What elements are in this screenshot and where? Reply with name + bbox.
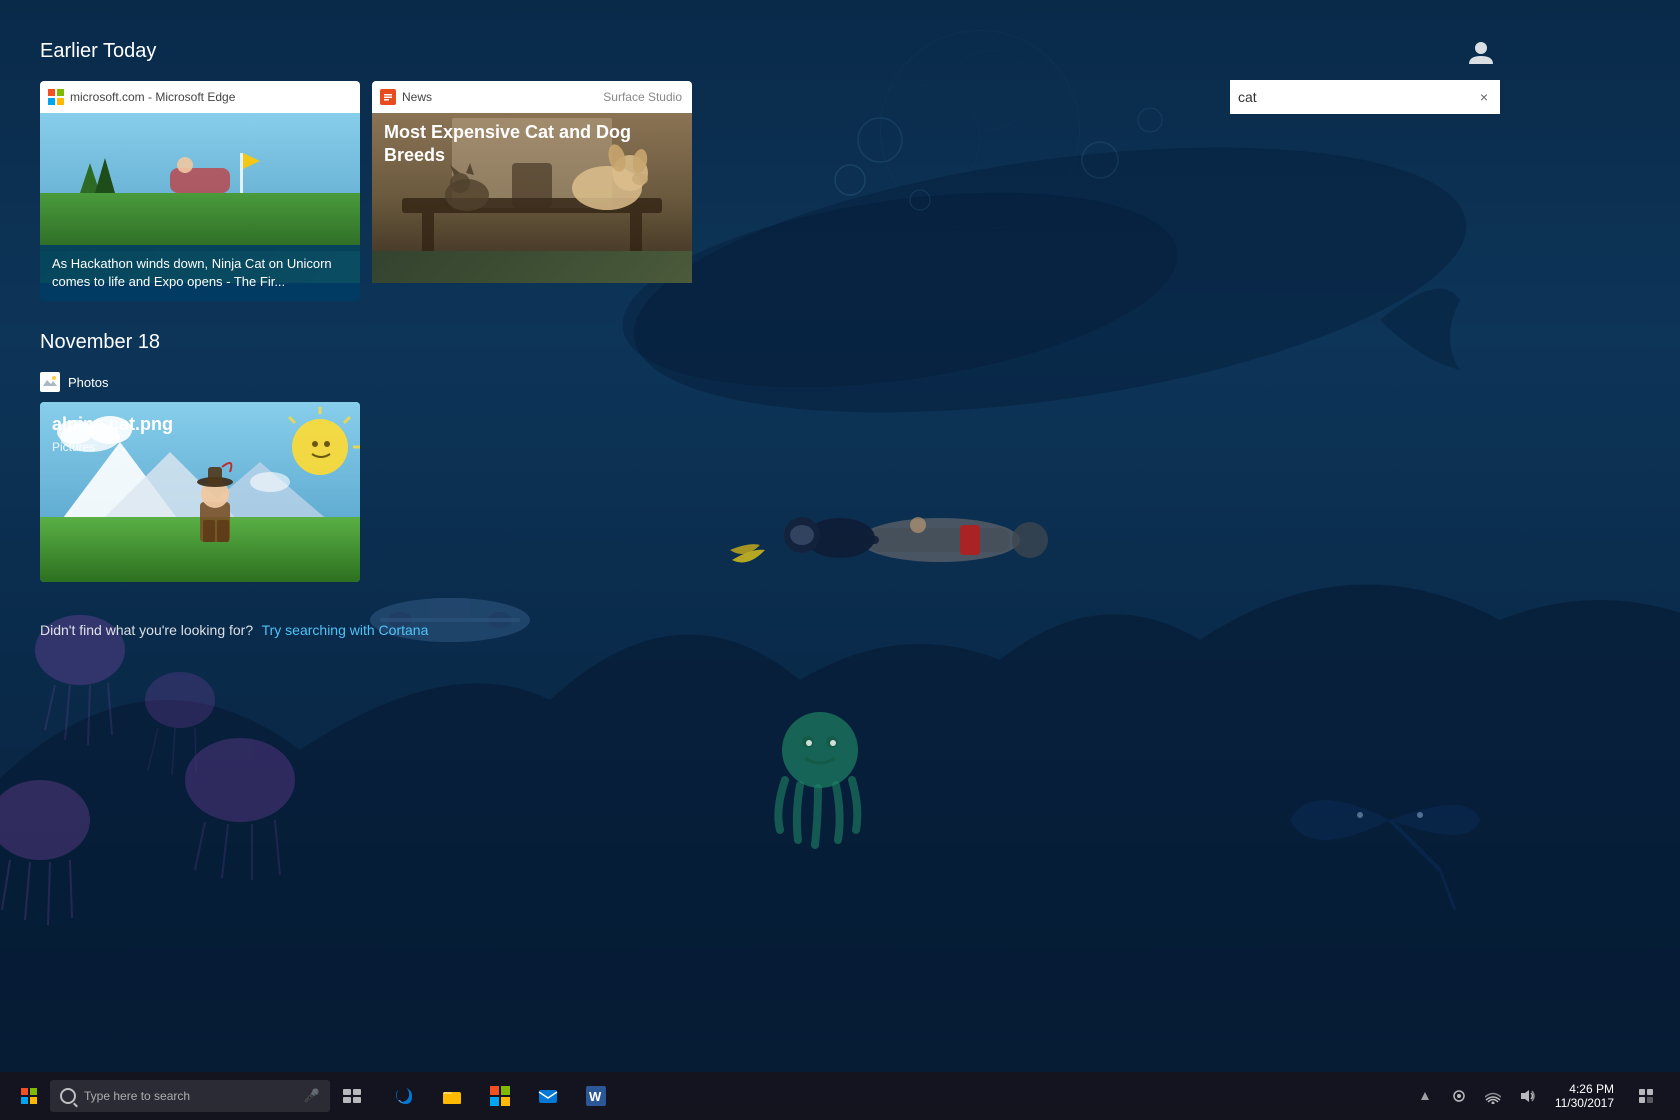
- user-icon: [1467, 38, 1495, 66]
- user-icon-area[interactable]: [1467, 38, 1495, 71]
- card2-surface-label: Surface Studio: [603, 90, 682, 104]
- card2-title: Most Expensive Cat and Dog Breeds: [384, 121, 680, 168]
- photos-app-label: Photos: [68, 375, 108, 390]
- timeline-panel: Earlier Today microsoft.com - Microsoft …: [0, 0, 720, 800]
- microphone-icon[interactable]: 🎤: [304, 1088, 320, 1104]
- section-earlier-today: Earlier Today: [40, 40, 680, 63]
- taskbar-edge-button[interactable]: [382, 1072, 426, 1120]
- search-clear-button[interactable]: ×: [1476, 87, 1492, 107]
- news-icon: [380, 89, 396, 105]
- explorer-taskbar-icon: [442, 1086, 462, 1106]
- not-found-section: Didn't find what you're looking for? Try…: [40, 622, 680, 640]
- word-taskbar-icon: W: [586, 1086, 606, 1106]
- svg-text:W: W: [589, 1089, 602, 1104]
- photos-icon: [40, 372, 60, 392]
- mail-taskbar-icon: [538, 1086, 558, 1106]
- section-november-18: November 18: [40, 331, 680, 354]
- alpine-filename: alpine cat.png: [52, 414, 173, 435]
- taskbar-mail-button[interactable]: [526, 1072, 570, 1120]
- edge-icon: [48, 89, 64, 105]
- taskbar-clock[interactable]: 4:26 PM 11/30/2017: [1547, 1080, 1622, 1112]
- network-icon[interactable]: [1479, 1072, 1507, 1120]
- search-box-container: ×: [1230, 80, 1500, 114]
- start-button[interactable]: [8, 1072, 50, 1120]
- taskbar-word-button[interactable]: W: [574, 1072, 618, 1120]
- card-edge-hackathon[interactable]: microsoft.com - Microsoft Edge: [40, 81, 360, 301]
- photos-app-bar: Photos: [40, 372, 680, 392]
- taskbar-search-icon: [60, 1088, 76, 1104]
- taskbar: Type here to search 🎤: [0, 1072, 1680, 1120]
- card1-title: As Hackathon winds down, Ninja Cat on Un…: [40, 245, 360, 301]
- expand-chevron-icon: [1421, 1092, 1429, 1100]
- alpine-cat-card[interactable]: alpine cat.png Pictures: [40, 402, 360, 582]
- not-found-text: Didn't find what you're looking for?: [40, 622, 253, 638]
- systray-expand-button[interactable]: [1411, 1072, 1439, 1120]
- taskbar-search-bar[interactable]: Type here to search 🎤: [50, 1080, 330, 1112]
- bg-circle-3: [950, 50, 1030, 130]
- taskbar-apps: W: [382, 1072, 618, 1120]
- clock-date: 11/30/2017: [1555, 1096, 1614, 1110]
- card2-app-label: News: [402, 90, 432, 104]
- search-box[interactable]: ×: [1230, 80, 1500, 114]
- search-input[interactable]: [1238, 89, 1476, 105]
- action-center-icon: [1638, 1088, 1654, 1104]
- action-center-button[interactable]: [1628, 1072, 1664, 1120]
- taskbar-store-button[interactable]: [478, 1072, 522, 1120]
- earlier-today-cards: microsoft.com - Microsoft Edge: [40, 81, 680, 301]
- network-svg-icon: [1485, 1088, 1501, 1104]
- edge-taskbar-icon: [394, 1086, 414, 1106]
- november-18-section: November 18 Photos: [40, 331, 680, 582]
- windows-logo: [21, 1088, 37, 1104]
- card1-app-label: microsoft.com - Microsoft Edge: [70, 90, 235, 104]
- connect-icon[interactable]: [1445, 1072, 1473, 1120]
- volume-icon[interactable]: [1513, 1072, 1541, 1120]
- task-view-button[interactable]: [330, 1072, 374, 1120]
- volume-svg-icon: [1519, 1088, 1535, 1104]
- store-taskbar-icon: [490, 1086, 510, 1106]
- alpine-location: Pictures: [52, 440, 95, 454]
- taskbar-search-placeholder: Type here to search: [84, 1089, 190, 1103]
- system-tray: 4:26 PM 11/30/2017: [1411, 1072, 1672, 1120]
- cortana-link[interactable]: Try searching with Cortana: [262, 622, 429, 638]
- connect-svg-icon: [1451, 1088, 1467, 1104]
- clock-time: 4:26 PM: [1555, 1082, 1614, 1096]
- card-news-catdog[interactable]: News Surface Studio: [372, 81, 692, 301]
- task-view-icon: [343, 1089, 361, 1103]
- taskbar-explorer-button[interactable]: [430, 1072, 474, 1120]
